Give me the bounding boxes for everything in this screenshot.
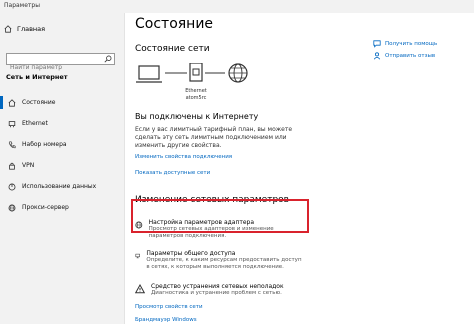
sidebar-item-proxy[interactable]: Прокси-сервер <box>0 197 124 218</box>
home-icon <box>8 98 16 107</box>
globe-icon <box>8 204 16 211</box>
get-help-link[interactable]: Получить помощь <box>373 38 437 50</box>
main-content: Состояние Состояние сети Ethernet atom5r… <box>125 13 474 324</box>
sharing-options-setting[interactable]: Параметры общего доступа Определите, к к… <box>135 250 305 271</box>
sidebar-item-data-usage[interactable]: Использование данных <box>0 176 124 197</box>
search-input[interactable] <box>7 62 105 73</box>
sidebar-item-label: Ethernet <box>22 120 48 127</box>
sidebar-item-dialup[interactable]: Набор номера <box>0 134 124 155</box>
help-icon <box>373 40 381 48</box>
windows-firewall-link[interactable]: Брандмауэр Windows <box>135 317 197 323</box>
help-links: Получить помощь Отправить отзыв <box>373 38 437 62</box>
sidebar-item-label: Прокси-сервер <box>22 204 69 211</box>
sidebar-item-label: Использование данных <box>22 183 97 190</box>
net-status-heading: Состояние сети <box>135 44 210 54</box>
sidebar-home[interactable]: Главная <box>4 25 45 33</box>
setting-description: Определите, к каким ресурсам предоставит… <box>146 257 302 270</box>
sidebar-nav: Состояние Ethernet Набор номера VPN Испо… <box>0 92 124 218</box>
sidebar-item-status[interactable]: Состояние <box>0 92 124 113</box>
setting-description: Диагностика и устранение проблем с сетью… <box>151 290 282 296</box>
network-diagram: Ethernet atom5rc <box>136 63 248 101</box>
feedback-icon <box>373 52 381 60</box>
search-icon[interactable] <box>104 55 112 63</box>
network-name: atom5rc <box>186 95 207 101</box>
change-connection-properties-link[interactable]: Изменить свойства подключения <box>135 154 232 160</box>
sidebar-item-label: Состояние <box>22 99 56 106</box>
phone-icon <box>8 140 16 148</box>
sharing-icon <box>135 253 140 259</box>
send-feedback-label: Отправить отзыв <box>385 53 436 59</box>
view-network-properties-link[interactable]: Просмотр свойств сети <box>135 304 203 310</box>
globe-icon <box>228 63 248 83</box>
sidebar-item-ethernet[interactable]: Ethernet <box>0 113 124 134</box>
show-available-networks-link[interactable]: Показать доступные сети <box>135 170 210 176</box>
home-icon <box>4 25 12 33</box>
title-bar: Параметры <box>0 0 474 13</box>
troubleshooter-setting[interactable]: Средство устранения сетевых неполадок Ди… <box>135 283 305 297</box>
sidebar-category: Сеть и Интернет <box>6 73 68 81</box>
warning-icon <box>135 284 145 294</box>
send-feedback-link[interactable]: Отправить отзыв <box>373 50 437 62</box>
adapter-name: Ethernet <box>185 88 207 94</box>
page-title: Состояние <box>135 16 214 32</box>
window-title: Параметры <box>4 2 40 9</box>
get-help-label: Получить помощь <box>385 41 438 47</box>
ethernet-icon <box>8 120 16 127</box>
data-usage-icon <box>8 183 16 190</box>
search-box[interactable] <box>6 53 115 73</box>
setting-title: Параметры общего доступа <box>146 250 236 257</box>
computer-icon <box>136 65 162 83</box>
sidebar-item-label: VPN <box>22 162 35 169</box>
vpn-icon <box>9 162 15 170</box>
sidebar-item-label: Набор номера <box>22 141 67 148</box>
ethernet-adapter-icon <box>189 63 203 82</box>
sidebar-item-vpn[interactable]: VPN <box>0 155 124 176</box>
setting-title: Средство устранения сетевых неполадок <box>151 283 284 290</box>
sidebar: Главная Сеть и Интернет Состояние Ethern… <box>0 13 125 324</box>
sidebar-home-label: Главная <box>17 25 46 33</box>
connected-heading: Вы подключены к Интернету <box>135 112 259 121</box>
highlight-frame <box>131 199 309 233</box>
connected-description: Если у вас лимитный тарифный план, вы мо… <box>135 126 293 149</box>
